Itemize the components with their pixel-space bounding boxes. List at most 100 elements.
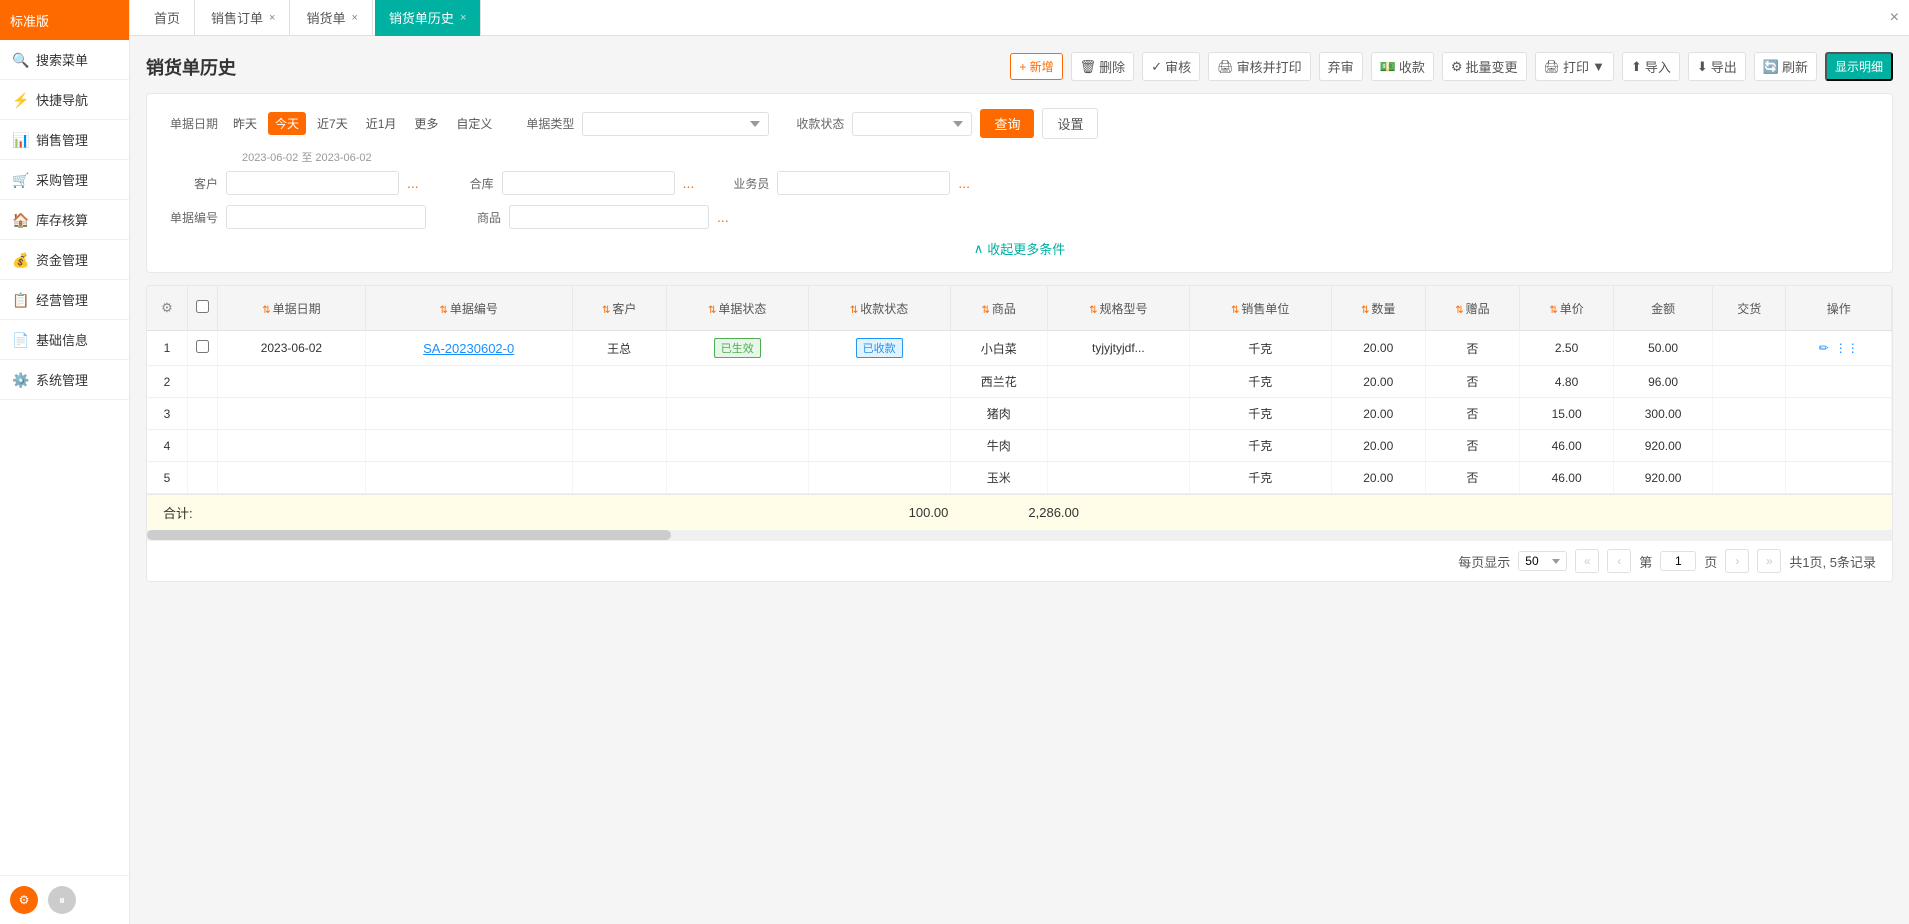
- th-docno[interactable]: ⇅单据编号: [365, 286, 572, 331]
- refresh-button[interactable]: 🔄 刷新: [1754, 52, 1817, 81]
- cell-action: [1786, 430, 1892, 462]
- cell-checkbox[interactable]: [188, 366, 218, 398]
- cell-goods: 玉米: [950, 462, 1047, 494]
- cell-date: [218, 430, 366, 462]
- customer-input[interactable]: [226, 171, 399, 195]
- cell-checkbox[interactable]: [188, 398, 218, 430]
- goods-ellipsis[interactable]: ...: [717, 209, 729, 225]
- cell-amount: 920.00: [1614, 462, 1713, 494]
- th-pay-status[interactable]: ⇅收款状态: [808, 286, 950, 331]
- tab-sales-order[interactable]: 销售订单 ×: [197, 0, 290, 36]
- cell-checkbox[interactable]: [188, 462, 218, 494]
- sidebar-item-inventory[interactable]: 🏠 库存核算: [0, 200, 129, 240]
- date-1month[interactable]: 近1月: [359, 112, 404, 135]
- sidebar-item-quick-nav[interactable]: ⚡ 快捷导航: [0, 80, 129, 120]
- per-page-select[interactable]: 50 10 20 100: [1518, 551, 1567, 571]
- cell-customer: [572, 366, 666, 398]
- date-more[interactable]: 更多: [407, 112, 445, 135]
- sidebar-item-finance[interactable]: 💰 资金管理: [0, 240, 129, 280]
- cell-price: 46.00: [1520, 462, 1614, 494]
- date-yesterday[interactable]: 昨天: [226, 112, 264, 135]
- tab-sales-history-close[interactable]: ×: [460, 12, 466, 24]
- total-values: 100.00 2,286.00: [209, 505, 1876, 520]
- th-goods[interactable]: ⇅商品: [950, 286, 1047, 331]
- customer-ellipsis[interactable]: ...: [407, 175, 419, 191]
- cell-price: 4.80: [1520, 366, 1614, 398]
- th-qty[interactable]: ⇅数量: [1331, 286, 1425, 331]
- sidebar-brand: 标准版: [10, 11, 49, 30]
- sidebar-settings-button[interactable]: ⚙: [10, 886, 38, 914]
- sidebar-item-sys-mgmt[interactable]: ⚙️ 系统管理: [0, 360, 129, 400]
- sidebar-pause-button[interactable]: ⏸: [48, 886, 76, 914]
- th-date[interactable]: ⇅单据日期: [218, 286, 366, 331]
- sidebar-item-base-info[interactable]: 📄 基础信息: [0, 320, 129, 360]
- delete-button[interactable]: 🗑 删除: [1071, 52, 1135, 81]
- cell-unit: 千克: [1189, 430, 1331, 462]
- display-detail-button[interactable]: 显示明细: [1825, 52, 1893, 81]
- tab-home[interactable]: 首页: [140, 0, 195, 36]
- tab-sales-goods-close[interactable]: ×: [351, 12, 357, 24]
- import-button[interactable]: ⬆ 导入: [1622, 52, 1680, 81]
- first-page-button[interactable]: «: [1575, 549, 1599, 573]
- th-doc-status[interactable]: ⇅单据状态: [666, 286, 808, 331]
- warehouse-ellipsis[interactable]: ...: [683, 175, 695, 191]
- sidebar-item-sales-mgmt[interactable]: 📊 销售管理: [0, 120, 129, 160]
- edit-action[interactable]: ✏: [1819, 341, 1829, 355]
- horizontal-scrollbar[interactable]: [147, 530, 1892, 540]
- staff-input[interactable]: [777, 171, 950, 195]
- collapse-button[interactable]: ∧ 收起更多条件: [163, 239, 1876, 258]
- cell-checkbox[interactable]: [188, 331, 218, 366]
- table-settings-icon[interactable]: ⚙: [153, 294, 181, 322]
- export-button[interactable]: ⬇ 导出: [1688, 52, 1746, 81]
- page-input[interactable]: [1660, 551, 1696, 571]
- date-custom[interactable]: 自定义: [449, 112, 499, 135]
- date-7days[interactable]: 近7天: [310, 112, 355, 135]
- more-action[interactable]: ⋮⋮: [1835, 341, 1859, 355]
- sidebar-item-search-menu[interactable]: 🔍 搜索菜单: [0, 40, 129, 80]
- next-page-button[interactable]: ›: [1725, 549, 1749, 573]
- cell-qty: 20.00: [1331, 462, 1425, 494]
- tab-sales-order-close[interactable]: ×: [269, 12, 275, 24]
- sidebar-item-operations[interactable]: 📋 经营管理: [0, 280, 129, 320]
- last-page-button[interactable]: »: [1757, 549, 1781, 573]
- tab-sales-goods[interactable]: 销货单 ×: [292, 0, 372, 36]
- th-price[interactable]: ⇅单价: [1520, 286, 1614, 331]
- review-print-button[interactable]: 🖨 审核并打印: [1208, 52, 1311, 81]
- th-gift[interactable]: ⇅赠品: [1425, 286, 1519, 331]
- th-customer[interactable]: ⇅客户: [572, 286, 666, 331]
- cell-customer: [572, 430, 666, 462]
- query-button[interactable]: 查询: [980, 109, 1034, 138]
- filter-card: 单据日期 昨天 今天 近7天 近1月 更多 自定义 单据类型: [146, 93, 1893, 273]
- cell-unit: 千克: [1189, 366, 1331, 398]
- collect-button[interactable]: 💵 收款: [1371, 52, 1434, 81]
- type-select[interactable]: [582, 112, 769, 136]
- cell-spec: [1047, 366, 1189, 398]
- tab-sales-history[interactable]: 销货单历史 ×: [375, 0, 481, 36]
- cell-checkbox[interactable]: [188, 430, 218, 462]
- sidebar-item-purchase-mgmt[interactable]: 🛒 采购管理: [0, 160, 129, 200]
- tab-bar-close-button[interactable]: ×: [1890, 9, 1899, 27]
- staff-ellipsis[interactable]: ...: [958, 175, 970, 191]
- warehouse-input[interactable]: [502, 171, 675, 195]
- batch-change-button[interactable]: ⚙ 批量变更: [1442, 52, 1527, 81]
- cell-gift: 否: [1425, 331, 1519, 366]
- th-unit[interactable]: ⇅销售单位: [1189, 286, 1331, 331]
- docno-input[interactable]: [226, 205, 426, 229]
- th-spec[interactable]: ⇅规格型号: [1047, 286, 1189, 331]
- date-today[interactable]: 今天: [268, 112, 306, 135]
- prev-page-button[interactable]: ‹: [1607, 549, 1631, 573]
- tab-sales-history-label: 销货单历史: [389, 8, 454, 27]
- filter-group-date: 单据日期 昨天 今天 近7天 近1月 更多 自定义: [163, 112, 499, 135]
- docno-link[interactable]: SA-20230602-0: [423, 341, 514, 356]
- pay-status-select[interactable]: [852, 112, 972, 136]
- batch-icon: ⚙: [1451, 59, 1463, 75]
- cell-gift: 否: [1425, 366, 1519, 398]
- select-all-checkbox[interactable]: [196, 300, 209, 313]
- new-button[interactable]: + 新增: [1010, 53, 1062, 80]
- review-button[interactable]: ✓ 审核: [1142, 52, 1200, 81]
- goods-input[interactable]: [509, 205, 709, 229]
- th-settings[interactable]: ⚙: [147, 286, 188, 331]
- setting-button[interactable]: 设置: [1042, 108, 1098, 139]
- abandon-button[interactable]: 弃审: [1319, 52, 1363, 81]
- print-button[interactable]: 🖨 打印 ▼: [1535, 52, 1614, 81]
